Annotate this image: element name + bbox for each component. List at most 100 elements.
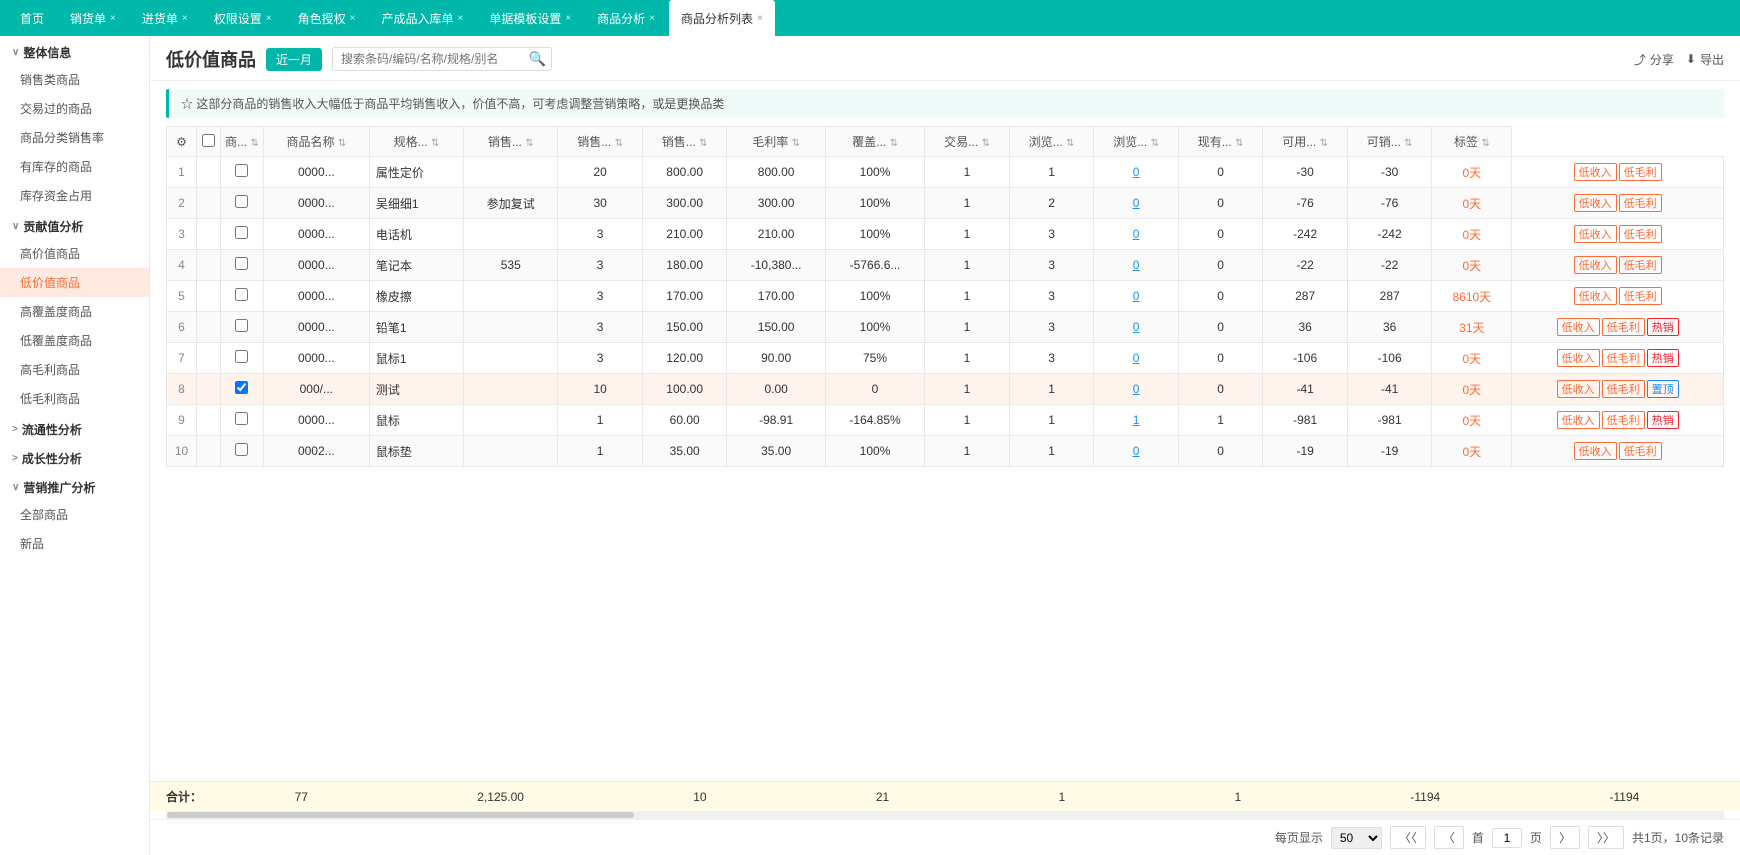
- row-deal: 1: [1009, 374, 1094, 405]
- row-settings: [197, 374, 221, 405]
- select-all-checkbox[interactable]: [202, 134, 215, 147]
- row-margin: 100%: [825, 436, 924, 467]
- export-button[interactable]: ⬇ 导出: [1686, 51, 1724, 68]
- row-checkbox[interactable]: [235, 195, 248, 208]
- sidebar-item-stock-capital[interactable]: 库存资金占用: [0, 181, 149, 210]
- row-checkbox[interactable]: [235, 257, 248, 270]
- row-stock1: 287: [1263, 281, 1348, 312]
- row-sales3: 170.00: [727, 281, 825, 312]
- row-sales3: 300.00: [727, 188, 825, 219]
- row-view1[interactable]: 0: [1094, 281, 1179, 312]
- share-button[interactable]: ⤴ 分享: [1634, 51, 1674, 68]
- close-icon[interactable]: ×: [757, 13, 763, 24]
- close-icon[interactable]: ×: [565, 13, 571, 24]
- row-stock1: -19: [1263, 436, 1348, 467]
- sidebar-item-high-margin[interactable]: 高毛利商品: [0, 355, 149, 384]
- row-stock3: 0天: [1432, 405, 1512, 436]
- sidebar-item-traded-products[interactable]: 交易过的商品: [0, 94, 149, 123]
- row-code: 0000...: [263, 405, 369, 436]
- row-sales1: 3: [558, 312, 643, 343]
- prev-page-button[interactable]: 〈: [1434, 826, 1464, 849]
- column-sales1: 销售... ⇅: [464, 127, 558, 157]
- row-index: 4: [167, 250, 197, 281]
- info-icon: ☆: [181, 97, 193, 111]
- sidebar-group-contribution[interactable]: ∨ 贡献值分析: [0, 210, 149, 239]
- sidebar-group-liquidity[interactable]: > 流通性分析: [0, 413, 149, 442]
- nav-template-settings[interactable]: 单据模板设置 ×: [477, 0, 583, 36]
- row-coverage: 1: [925, 250, 1010, 281]
- nav-product-inbound[interactable]: 产成品入库单 ×: [369, 0, 475, 36]
- sidebar-group-overview[interactable]: ∨ 整体信息: [0, 36, 149, 65]
- search-input[interactable]: [332, 47, 552, 71]
- row-settings: [197, 281, 221, 312]
- sidebar-group-growth[interactable]: > 成长性分析: [0, 442, 149, 471]
- row-view1[interactable]: 0: [1094, 374, 1179, 405]
- row-view1[interactable]: 0: [1094, 312, 1179, 343]
- sidebar-item-all-products[interactable]: 全部商品: [0, 500, 149, 529]
- page-number-input[interactable]: [1492, 828, 1522, 848]
- row-margin: 100%: [825, 281, 924, 312]
- sidebar-item-stock-products[interactable]: 有库存的商品: [0, 152, 149, 181]
- nav-permissions[interactable]: 权限设置 ×: [202, 0, 284, 36]
- sidebar-item-high-value[interactable]: 高价值商品: [0, 239, 149, 268]
- close-icon[interactable]: ×: [266, 13, 272, 24]
- row-sales2: 170.00: [642, 281, 727, 312]
- column-settings[interactable]: ⚙: [167, 127, 197, 157]
- row-settings: [197, 405, 221, 436]
- row-view1[interactable]: 0: [1094, 219, 1179, 250]
- row-checkbox-cell: [221, 374, 264, 405]
- nav-product-analysis[interactable]: 商品分析 ×: [585, 0, 667, 36]
- sidebar-item-sales-products[interactable]: 销售类商品: [0, 65, 149, 94]
- row-deal: 1: [1009, 405, 1094, 436]
- chevron-down-icon: ∨: [12, 47, 19, 58]
- first-page-button[interactable]: 〈〈: [1390, 826, 1426, 849]
- sidebar-item-low-margin[interactable]: 低毛利商品: [0, 384, 149, 413]
- page-size-select[interactable]: 50 100 200: [1331, 827, 1382, 849]
- row-checkbox[interactable]: [235, 226, 248, 239]
- close-icon[interactable]: ×: [457, 13, 463, 24]
- row-sales2: 60.00: [642, 405, 727, 436]
- row-checkbox[interactable]: [235, 443, 248, 456]
- sidebar-group-marketing[interactable]: ∨ 营销推广分析: [0, 471, 149, 500]
- row-view1[interactable]: 0: [1094, 157, 1179, 188]
- row-checkbox-cell: [221, 436, 264, 467]
- page-suffix: 页: [1530, 829, 1542, 846]
- close-icon[interactable]: ×: [110, 13, 116, 24]
- sidebar-item-new-products[interactable]: 新品: [0, 529, 149, 558]
- row-checkbox[interactable]: [235, 319, 248, 332]
- row-sales2: 300.00: [642, 188, 727, 219]
- row-checkbox[interactable]: [235, 164, 248, 177]
- close-icon[interactable]: ×: [350, 13, 356, 24]
- row-checkbox[interactable]: [235, 381, 248, 394]
- row-view1[interactable]: 0: [1094, 250, 1179, 281]
- nav-purchase-order[interactable]: 进货单 ×: [130, 0, 200, 36]
- row-checkbox[interactable]: [235, 350, 248, 363]
- sidebar-item-high-coverage[interactable]: 高覆盖度商品: [0, 297, 149, 326]
- nav-role-auth[interactable]: 角色授权 ×: [286, 0, 368, 36]
- next-page-button[interactable]: 〉: [1550, 826, 1580, 849]
- row-checkbox[interactable]: [235, 412, 248, 425]
- row-name: 铅笔1: [369, 312, 463, 343]
- row-settings: [197, 312, 221, 343]
- last-page-button[interactable]: 〉〉: [1588, 826, 1624, 849]
- row-view1[interactable]: 0: [1094, 188, 1179, 219]
- row-settings: [197, 157, 221, 188]
- search-icon[interactable]: 🔍: [529, 51, 546, 68]
- nav-home[interactable]: 首页: [8, 0, 56, 36]
- nav-sales-order[interactable]: 销货单 ×: [58, 0, 128, 36]
- row-checkbox-cell: [221, 405, 264, 436]
- row-sales1: 1: [558, 436, 643, 467]
- close-icon[interactable]: ×: [182, 13, 188, 24]
- row-view1[interactable]: 0: [1094, 343, 1179, 374]
- row-checkbox-cell: [221, 281, 264, 312]
- close-icon[interactable]: ×: [649, 13, 655, 24]
- nav-product-analysis-list[interactable]: 商品分析列表 ×: [669, 0, 775, 36]
- row-view1[interactable]: 0: [1094, 436, 1179, 467]
- sidebar-item-low-value[interactable]: 低价值商品: [0, 268, 149, 297]
- sidebar-item-category-sales-rate[interactable]: 商品分类销售率: [0, 123, 149, 152]
- row-view1[interactable]: 1: [1094, 405, 1179, 436]
- sidebar: ∨ 整体信息 销售类商品 交易过的商品 商品分类销售率 有库存的商品 库存资金占…: [0, 36, 150, 855]
- sidebar-item-low-coverage[interactable]: 低覆盖度商品: [0, 326, 149, 355]
- row-checkbox[interactable]: [235, 288, 248, 301]
- time-filter-button[interactable]: 近一月: [266, 48, 322, 71]
